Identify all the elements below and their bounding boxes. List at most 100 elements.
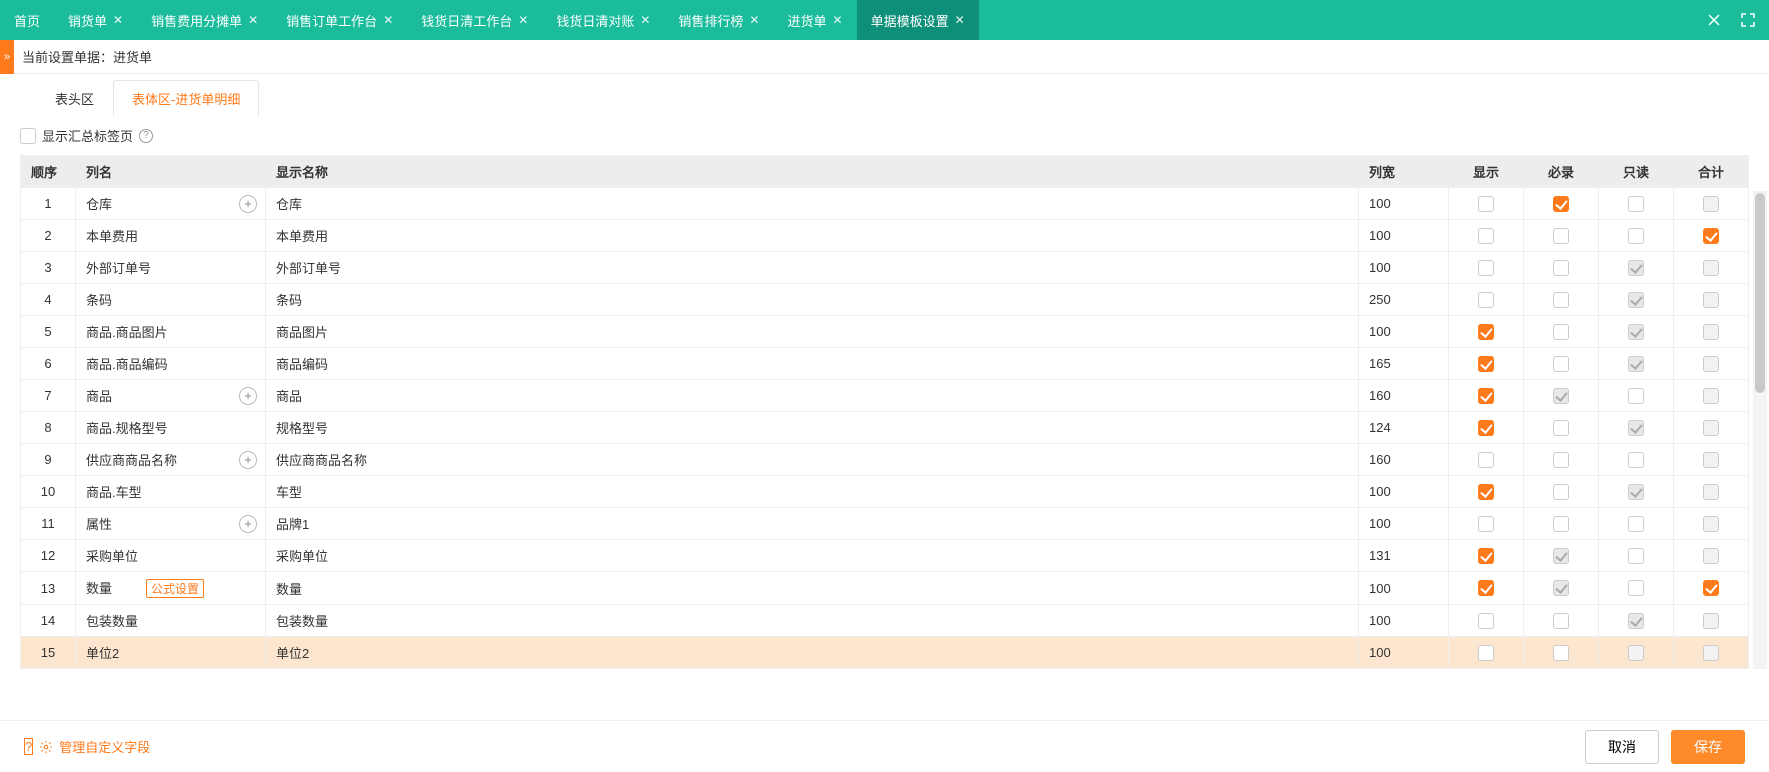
checkbox-show[interactable]: [1478, 420, 1494, 436]
add-icon[interactable]: +: [239, 387, 257, 405]
cell-width[interactable]: 100: [1359, 188, 1449, 220]
close-all-icon[interactable]: [1703, 9, 1725, 31]
scrollbar-track[interactable]: [1753, 191, 1767, 669]
checkbox-required[interactable]: [1553, 228, 1569, 244]
save-button[interactable]: 保存: [1671, 730, 1745, 764]
checkbox-show[interactable]: [1478, 356, 1494, 372]
cell-width[interactable]: 100: [1359, 572, 1449, 605]
table-row[interactable]: 1仓库+仓库100: [21, 188, 1749, 220]
close-icon[interactable]: ✕: [383, 13, 393, 27]
checkbox-show[interactable]: [1478, 484, 1494, 500]
checkbox-show[interactable]: [1478, 292, 1494, 308]
checkbox-readonly[interactable]: [1628, 516, 1644, 532]
checkbox-required[interactable]: [1553, 196, 1569, 212]
checkbox-show[interactable]: [1478, 516, 1494, 532]
checkbox-show[interactable]: [1478, 196, 1494, 212]
cell-width[interactable]: 131: [1359, 540, 1449, 572]
cell-display[interactable]: 外部订单号: [266, 252, 1359, 284]
add-icon[interactable]: +: [239, 195, 257, 213]
checkbox-show[interactable]: [1478, 260, 1494, 276]
cancel-button[interactable]: 取消: [1585, 730, 1659, 764]
checkbox-readonly[interactable]: [1628, 388, 1644, 404]
cell-display[interactable]: 条码: [266, 284, 1359, 316]
checkbox-required[interactable]: [1553, 452, 1569, 468]
table-row[interactable]: 2本单费用本单费用100: [21, 220, 1749, 252]
close-icon[interactable]: ✕: [955, 13, 965, 27]
cell-display[interactable]: 商品: [266, 380, 1359, 412]
cell-width[interactable]: 124: [1359, 412, 1449, 444]
help-icon[interactable]: ?: [139, 129, 153, 143]
top-tab-3[interactable]: 销售订单工作台✕: [272, 0, 407, 40]
cell-display[interactable]: 单位2: [266, 637, 1359, 669]
cell-width[interactable]: 100: [1359, 220, 1449, 252]
checkbox-required[interactable]: [1553, 260, 1569, 276]
top-tab-7[interactable]: 进货单✕: [773, 0, 856, 40]
checkbox-show[interactable]: [1478, 580, 1494, 596]
checkbox-show[interactable]: [1478, 452, 1494, 468]
add-icon[interactable]: +: [239, 451, 257, 469]
cell-width[interactable]: 100: [1359, 252, 1449, 284]
cell-display[interactable]: 数量: [266, 572, 1359, 605]
show-summary-checkbox[interactable]: [20, 128, 36, 144]
add-icon[interactable]: +: [239, 515, 257, 533]
cell-display[interactable]: 品牌1: [266, 508, 1359, 540]
close-icon[interactable]: ✕: [113, 13, 123, 27]
cell-width[interactable]: 160: [1359, 444, 1449, 476]
manage-custom-fields-link[interactable]: ? 管理自定义字段: [24, 737, 150, 756]
cell-width[interactable]: 100: [1359, 508, 1449, 540]
table-row[interactable]: 10商品.车型车型100: [21, 476, 1749, 508]
checkbox-required[interactable]: [1553, 420, 1569, 436]
top-tab-6[interactable]: 销售排行榜✕: [664, 0, 773, 40]
table-row[interactable]: 8商品.规格型号规格型号124: [21, 412, 1749, 444]
table-row[interactable]: 6商品.商品编码商品编码165: [21, 348, 1749, 380]
checkbox-required[interactable]: [1553, 324, 1569, 340]
table-row[interactable]: 9供应商商品名称+供应商商品名称160: [21, 444, 1749, 476]
checkbox-show[interactable]: [1478, 645, 1494, 661]
close-icon[interactable]: ✕: [518, 13, 528, 27]
scrollbar-thumb[interactable]: [1755, 193, 1765, 393]
checkbox-readonly[interactable]: [1628, 452, 1644, 468]
cell-width[interactable]: 100: [1359, 637, 1449, 669]
cell-width[interactable]: 100: [1359, 605, 1449, 637]
cell-width[interactable]: 160: [1359, 380, 1449, 412]
checkbox-required[interactable]: [1553, 645, 1569, 661]
checkbox-required[interactable]: [1553, 356, 1569, 372]
close-icon[interactable]: ✕: [248, 13, 258, 27]
fullscreen-icon[interactable]: [1737, 9, 1759, 31]
checkbox-show[interactable]: [1478, 228, 1494, 244]
cell-display[interactable]: 供应商商品名称: [266, 444, 1359, 476]
cell-display[interactable]: 仓库: [266, 188, 1359, 220]
checkbox-show[interactable]: [1478, 324, 1494, 340]
cell-width[interactable]: 165: [1359, 348, 1449, 380]
top-tab-8[interactable]: 单据模板设置✕: [857, 0, 979, 40]
cell-width[interactable]: 250: [1359, 284, 1449, 316]
table-row[interactable]: 15单位2单位2100: [21, 637, 1749, 669]
checkbox-total[interactable]: [1703, 580, 1719, 596]
cell-display[interactable]: 车型: [266, 476, 1359, 508]
close-icon[interactable]: ✕: [640, 13, 650, 27]
checkbox-readonly[interactable]: [1628, 580, 1644, 596]
collapse-handle-icon[interactable]: »: [0, 40, 14, 74]
table-row[interactable]: 4条码条码250: [21, 284, 1749, 316]
cell-width[interactable]: 100: [1359, 476, 1449, 508]
checkbox-required[interactable]: [1553, 484, 1569, 500]
formula-setting-button[interactable]: 公式设置: [146, 579, 204, 598]
cell-display[interactable]: 商品编码: [266, 348, 1359, 380]
cell-display[interactable]: 本单费用: [266, 220, 1359, 252]
close-icon[interactable]: ✕: [833, 13, 843, 27]
checkbox-show[interactable]: [1478, 613, 1494, 629]
table-row[interactable]: 3外部订单号外部订单号100: [21, 252, 1749, 284]
checkbox-required[interactable]: [1553, 516, 1569, 532]
table-row[interactable]: 12采购单位采购单位131: [21, 540, 1749, 572]
checkbox-show[interactable]: [1478, 388, 1494, 404]
checkbox-total[interactable]: [1703, 228, 1719, 244]
cell-width[interactable]: 100: [1359, 316, 1449, 348]
section-tab-1[interactable]: 表体区-进货单明细: [113, 80, 259, 116]
cell-display[interactable]: 采购单位: [266, 540, 1359, 572]
cell-display[interactable]: 商品图片: [266, 316, 1359, 348]
table-row[interactable]: 7商品+商品160: [21, 380, 1749, 412]
top-tab-0[interactable]: 首页: [0, 0, 54, 40]
checkbox-readonly[interactable]: [1628, 548, 1644, 564]
top-tab-5[interactable]: 钱货日清对账✕: [542, 0, 664, 40]
top-tab-1[interactable]: 销货单✕: [54, 0, 137, 40]
